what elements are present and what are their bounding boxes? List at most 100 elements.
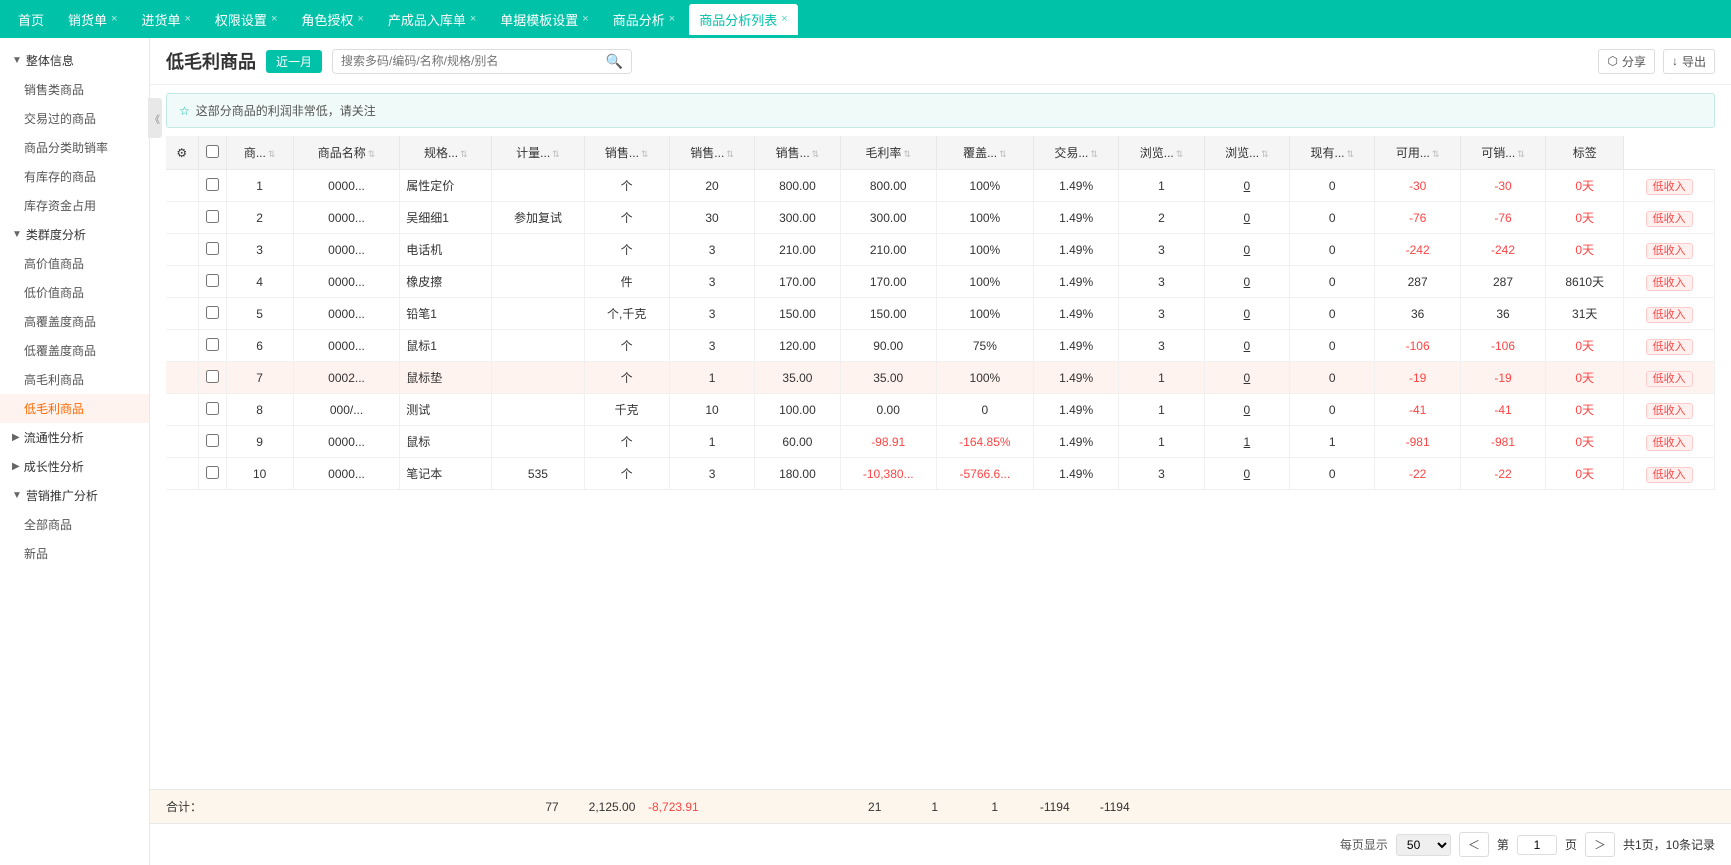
sidebar-item-new-goods[interactable]: 新品 [0,539,149,568]
nav-purchase-order[interactable]: 进货单 × [131,4,200,35]
th-coverage[interactable]: 覆盖...⇅ [936,136,1033,170]
nav-sales-order-close[interactable]: × [111,13,117,25]
th-gross-rate[interactable]: 毛利率⇅ [840,136,936,170]
share-icon: ⬡ [1607,54,1617,68]
nav-product-analysis[interactable]: 商品分析 × [603,4,685,35]
share-button[interactable]: ⬡ 分享 [1598,49,1655,74]
td-name[interactable]: 笔记本 [400,458,492,490]
row-checkbox[interactable] [206,434,219,447]
td-name[interactable]: 鼠标垫 [400,362,492,394]
td-gross-rate: 100% [936,266,1033,298]
per-page-select[interactable]: 50 100 200 [1396,834,1451,856]
nav-product-inbound[interactable]: 产成品入库单 × [378,4,486,35]
nav-list-close[interactable]: × [781,13,787,25]
nav-analysis-close[interactable]: × [669,13,675,25]
row-checkbox[interactable] [206,274,219,287]
nav-template-settings[interactable]: 单据模板设置 × [490,4,598,35]
nav-home[interactable]: 首页 [8,4,54,35]
sidebar-section-growth[interactable]: ▶ 成长性分析 [0,452,149,481]
sidebar-collapse-button[interactable]: 《 [148,98,162,138]
nav-purchase-close[interactable]: × [184,13,190,25]
row-checkbox[interactable] [206,178,219,191]
row-checkbox[interactable] [206,466,219,479]
td-name[interactable]: 鼠标1 [400,330,492,362]
td-name[interactable]: 吴细细1 [400,202,492,234]
sidebar-section-overall[interactable]: ▼ 整体信息 [0,46,149,75]
th-saleable[interactable]: 可销...⇅ [1460,136,1545,170]
th-sales-profit[interactable]: 销售...⇅ [755,136,840,170]
row-checkbox[interactable] [206,338,219,351]
row-checkbox[interactable] [206,242,219,255]
sidebar-section-marketing[interactable]: ▼ 营销推广分析 [0,481,149,510]
td-name[interactable]: 测试 [400,394,492,426]
td-browse1[interactable]: 0 [1204,266,1289,298]
nav-role-close[interactable]: × [357,13,363,25]
sidebar-item-low-profit[interactable]: 低毛利商品 [0,394,149,423]
search-container: 🔍 [332,49,632,74]
row-checkbox[interactable] [206,370,219,383]
th-name[interactable]: 商品名称⇅ [293,136,400,170]
th-settings[interactable]: ⚙ [166,136,198,170]
td-name[interactable]: 铅笔1 [400,298,492,330]
nav-template-close[interactable]: × [582,13,588,25]
td-spec [492,298,584,330]
th-unit[interactable]: 计量...⇅ [492,136,584,170]
sidebar-item-low-value[interactable]: 低价值商品 [0,278,149,307]
td-name[interactable]: 橡皮擦 [400,266,492,298]
td-browse1[interactable]: 0 [1204,170,1289,202]
td-browse1[interactable]: 0 [1204,234,1289,266]
td-browse2: 0 [1290,202,1375,234]
next-page-button[interactable]: ＞ [1585,832,1615,857]
td-checkbox [198,202,226,234]
page-number-input[interactable] [1517,835,1557,855]
row-checkbox[interactable] [206,210,219,223]
nav-permissions-close[interactable]: × [271,13,277,25]
row-checkbox[interactable] [206,306,219,319]
select-all-checkbox[interactable] [206,145,219,158]
th-browse2[interactable]: 浏览...⇅ [1204,136,1289,170]
td-available: -41 [1460,394,1545,426]
sidebar-section-cluster[interactable]: ▼ 类群度分析 [0,220,149,249]
th-browse1[interactable]: 浏览...⇅ [1119,136,1204,170]
sidebar-item-inventory-capital[interactable]: 库存资金占用 [0,191,149,220]
sidebar-item-category-rate[interactable]: 商品分类助销率 [0,133,149,162]
prev-page-button[interactable]: ＜ [1459,832,1489,857]
th-sales-price[interactable]: 销售...⇅ [669,136,754,170]
sidebar-item-high-coverage[interactable]: 高覆盖度商品 [0,307,149,336]
sidebar-item-high-profit[interactable]: 高毛利商品 [0,365,149,394]
td-browse2: 0 [1290,458,1375,490]
time-tag-button[interactable]: 近一月 [266,50,322,73]
nav-analysis-list[interactable]: 商品分析列表 × [689,4,797,35]
td-browse1[interactable]: 0 [1204,394,1289,426]
td-browse1[interactable]: 0 [1204,298,1289,330]
th-sales-qty[interactable]: 销售...⇅ [584,136,669,170]
td-name[interactable]: 鼠标 [400,426,492,458]
sidebar-item-stocked-goods[interactable]: 有库存的商品 [0,162,149,191]
sidebar-section-flow[interactable]: ▶ 流通性分析 [0,423,149,452]
nav-permissions[interactable]: 权限设置 × [205,4,287,35]
sidebar-item-low-coverage[interactable]: 低覆盖度商品 [0,336,149,365]
th-code[interactable]: 商...⇅ [226,136,293,170]
td-name[interactable]: 电话机 [400,234,492,266]
td-spec [492,330,584,362]
td-browse1[interactable]: 0 [1204,202,1289,234]
td-browse1[interactable]: 1 [1204,426,1289,458]
td-browse1[interactable]: 0 [1204,330,1289,362]
sidebar-item-traded-goods[interactable]: 交易过的商品 [0,104,149,133]
nav-sales-order[interactable]: 销货单 × [58,4,127,35]
th-current[interactable]: 现有...⇅ [1290,136,1375,170]
th-available[interactable]: 可用...⇅ [1375,136,1460,170]
td-browse1[interactable]: 0 [1204,458,1289,490]
td-name[interactable]: 属性定价 [400,170,492,202]
td-browse1[interactable]: 0 [1204,362,1289,394]
nav-role-auth[interactable]: 角色授权 × [291,4,373,35]
th-trade[interactable]: 交易...⇅ [1033,136,1118,170]
sidebar-item-high-value[interactable]: 高价值商品 [0,249,149,278]
sidebar-item-sales-goods[interactable]: 销售类商品 [0,75,149,104]
export-button[interactable]: ↓ 导出 [1663,49,1715,74]
th-spec[interactable]: 规格...⇅ [400,136,492,170]
nav-inbound-close[interactable]: × [470,13,476,25]
row-checkbox[interactable] [206,402,219,415]
sidebar-item-all-goods[interactable]: 全部商品 [0,510,149,539]
search-input[interactable] [341,54,606,68]
